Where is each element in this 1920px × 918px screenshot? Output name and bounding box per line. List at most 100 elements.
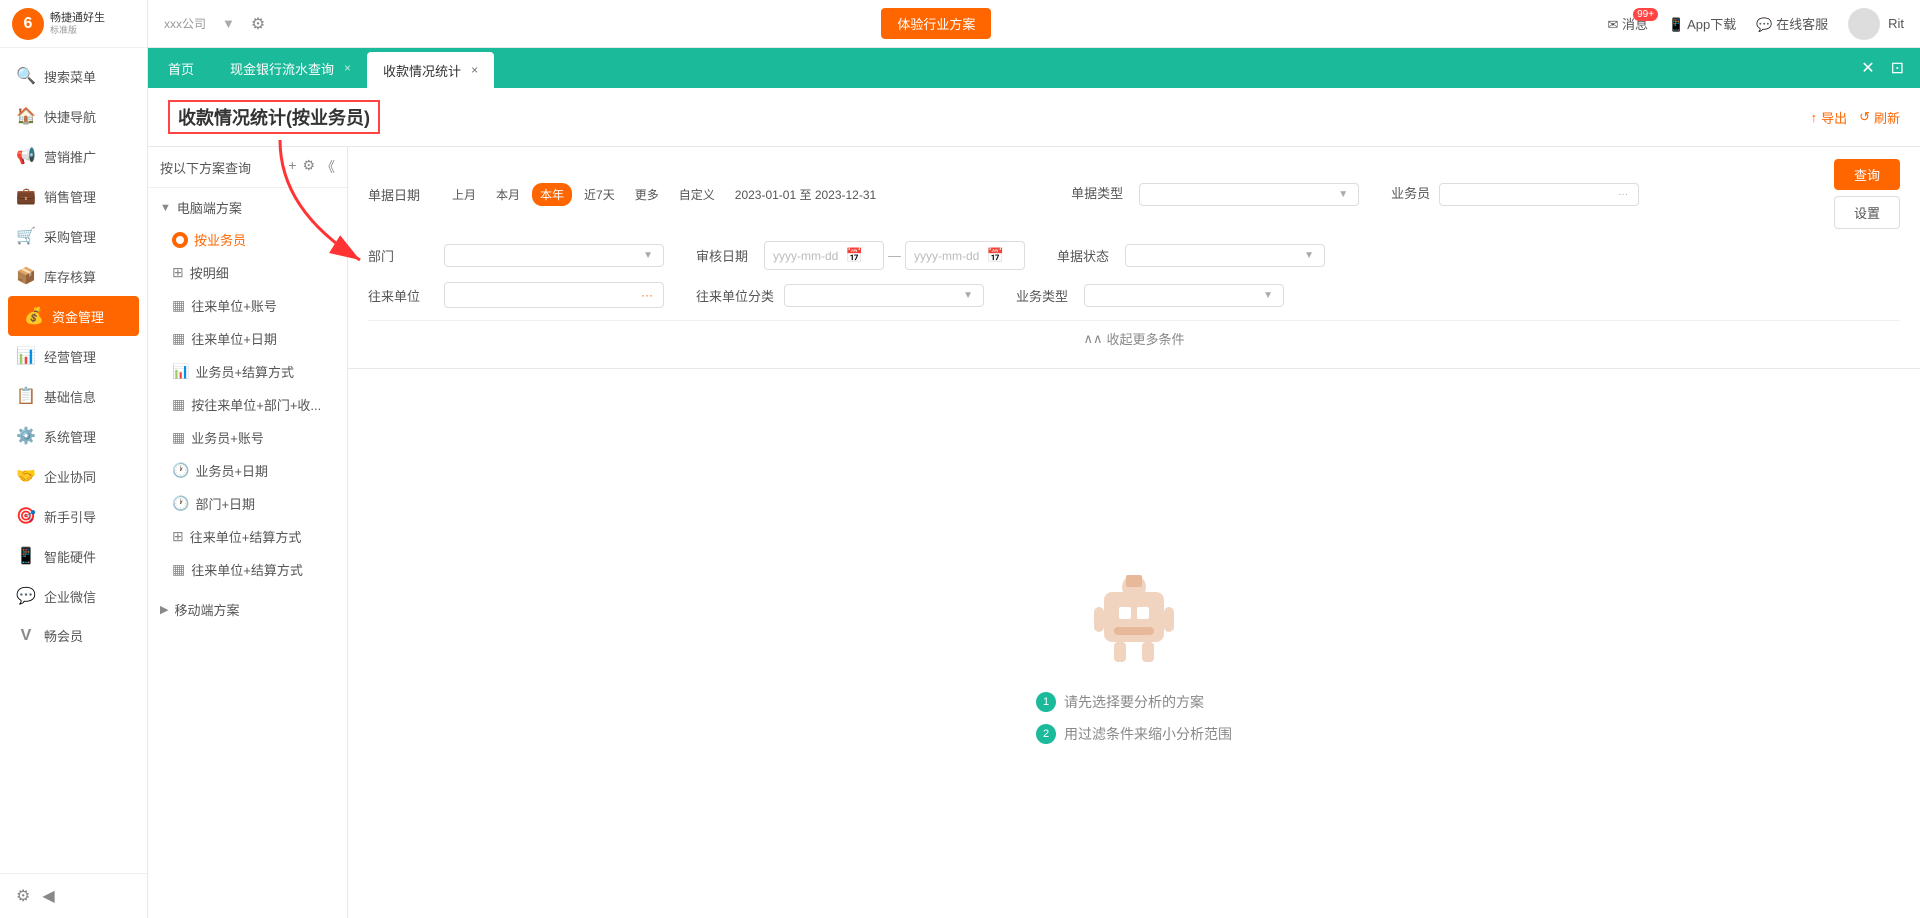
logo-text: 畅捷通好生 标准版 — [50, 11, 105, 37]
date-tab-7days[interactable]: 近7天 — [576, 183, 623, 206]
scheme-item-unit-account[interactable]: ▦ 往来单位+账号 — [148, 289, 347, 322]
filter-area: 单据日期 上月 本月 本年 近7天 更多 自定义 2023-01-01 至 20… — [348, 147, 1920, 369]
marketing-icon: 📢 — [16, 146, 36, 166]
date-tab-more[interactable]: 更多 — [627, 183, 667, 206]
purchase-icon: 🛒 — [16, 226, 36, 246]
header-dropdown-icon[interactable]: ▼ — [222, 16, 235, 31]
query-button[interactable]: 查询 — [1834, 159, 1900, 190]
online-service[interactable]: 💬 在线客服 — [1756, 14, 1828, 33]
sidebar-item-hardware[interactable]: 📱 智能硬件 — [0, 536, 147, 576]
settings-button[interactable]: 设置 — [1834, 196, 1900, 229]
scheme-item-unit-date[interactable]: ▦ 往来单位+日期 — [148, 322, 347, 355]
dept-select[interactable]: ▼ — [444, 244, 664, 267]
empty-state: 1 请先选择要分析的方案 2 用过滤条件来缩小分析范围 — [348, 369, 1920, 918]
message-badge: 99+ — [1633, 8, 1658, 21]
message-area[interactable]: ✉ 消息 99+ — [1608, 14, 1649, 33]
sidebar-settings-icon[interactable]: ⚙ — [16, 886, 30, 906]
window-maximize-icon[interactable]: ⊡ — [1887, 54, 1908, 82]
tab-collection[interactable]: 收款情况统计 × — [367, 52, 494, 88]
message-icon: ✉ — [1608, 17, 1619, 32]
cooperation-icon: 🤝 — [16, 466, 36, 486]
tab-bank-close[interactable]: × — [344, 61, 351, 75]
refresh-button[interactable]: ↺ 刷新 — [1859, 108, 1900, 127]
wechat-icon: 💬 — [16, 586, 36, 606]
scheme-add-icon[interactable]: + — [288, 157, 296, 177]
doc-type-select[interactable]: ▼ — [1139, 183, 1359, 206]
sidebar-collapse-icon[interactable]: ◀ — [42, 886, 54, 906]
scheme-item-salesperson-account[interactable]: ▦ 业务员+账号 — [148, 421, 347, 454]
scheme-item-dept-date[interactable]: 🕐 部门+日期 — [148, 487, 347, 520]
sidebar-item-base[interactable]: 📋 基础信息 — [0, 376, 147, 416]
scheme-item-detail[interactable]: ⊞ 按明细 — [148, 256, 347, 289]
header-settings-icon[interactable]: ⚙ — [251, 14, 265, 34]
scheme-item-unit-settlement2[interactable]: ▦ 往来单位+结算方式 — [148, 553, 347, 586]
counterpart-cat-select[interactable]: ▼ — [784, 284, 984, 307]
scheme-item-salesperson-date[interactable]: 🕐 业务员+日期 — [148, 454, 347, 487]
counterpart-more-icon[interactable]: ··· — [641, 288, 653, 302]
collapse-up-icon: ∧∧ — [1083, 331, 1102, 347]
export-button[interactable]: ↑ 导出 — [1811, 108, 1848, 127]
calendar-end-icon[interactable]: 📅 — [987, 247, 1004, 263]
review-date-end[interactable]: yyyy-mm-dd 📅 — [905, 241, 1025, 270]
app-download[interactable]: 📱 App下载 — [1668, 14, 1736, 33]
calendar-start-icon[interactable]: 📅 — [846, 247, 863, 263]
page-content: 收款情况统计(按业务员) ↑ 导出 ↺ 刷新 按以下方 — [148, 88, 1920, 918]
service-icon: 💬 — [1756, 17, 1772, 32]
scheme-item-salesperson-settlement[interactable]: 📊 业务员+结算方式 — [148, 355, 347, 388]
scheme-group-desktop-header[interactable]: ▼ 电脑端方案 — [148, 192, 347, 223]
scheme-group-mobile-header[interactable]: ▶ 移动端方案 — [148, 594, 347, 625]
tab-collection-close[interactable]: × — [471, 63, 478, 77]
sidebar-item-sales[interactable]: 💼 销售管理 — [0, 176, 147, 216]
sidebar-item-system[interactable]: ⚙️ 系统管理 — [0, 416, 147, 456]
search-icon: 🔍 — [16, 66, 36, 86]
user-avatar[interactable] — [1848, 8, 1880, 40]
page-header: 收款情况统计(按业务员) ↑ 导出 ↺ 刷新 — [148, 88, 1920, 147]
doc-type-label: 单据类型 — [1071, 183, 1131, 206]
header-left: xxx公司 ▼ ⚙ — [164, 14, 265, 34]
scheme-header: 按以下方案查询 + ⚙ 《 — [148, 147, 347, 188]
doc-type-dropdown-icon: ▼ — [1338, 189, 1348, 200]
sidebar-item-guide[interactable]: 🎯 新手引导 — [0, 496, 147, 536]
window-close-icon[interactable]: ✕ — [1857, 54, 1878, 82]
header-right: ✉ 消息 99+ 📱 App下载 💬 在线客服 Rit — [1608, 8, 1905, 40]
filter-row-2: 部门 ▼ 审核日期 yyyy-mm-dd 📅 — [368, 241, 1900, 270]
review-date-start[interactable]: yyyy-mm-dd 📅 — [764, 241, 884, 270]
tab-home[interactable]: 首页 — [148, 48, 214, 88]
sidebar-item-operation[interactable]: 📊 经营管理 — [0, 336, 147, 376]
counterpart-select[interactable]: ··· — [444, 282, 664, 308]
chart-icon: 📊 — [172, 363, 189, 380]
sidebar-item-wechat[interactable]: 💬 企业微信 — [0, 576, 147, 616]
scheme-item-unit-dept[interactable]: ▦ 按往来单位+部门+收... — [148, 388, 347, 421]
biz-type-dropdown-icon: ▼ — [1263, 290, 1273, 301]
sidebar-item-search[interactable]: 🔍 搜索菜单 — [0, 56, 147, 96]
doc-status-select[interactable]: ▼ — [1125, 244, 1325, 267]
date-tab-custom[interactable]: 自定义 — [671, 183, 723, 206]
collapse-filter-button[interactable]: ∧∧ 收起更多条件 — [368, 320, 1900, 356]
scheme-collapse-icon[interactable]: 《 — [321, 157, 335, 177]
sidebar-item-purchase[interactable]: 🛒 采购管理 — [0, 216, 147, 256]
date-tab-lastmonth[interactable]: 上月 — [444, 183, 484, 206]
page-title: 收款情况统计(按业务员) — [168, 100, 380, 134]
sidebar-item-marketing[interactable]: 📢 营销推广 — [0, 136, 147, 176]
sidebar-item-cooperation[interactable]: 🤝 企业协同 — [0, 456, 147, 496]
scheme-item-salesperson[interactable]: 按业务员 — [148, 223, 347, 256]
dept-dropdown-icon: ▼ — [643, 250, 653, 261]
scheme-settings-icon[interactable]: ⚙ — [302, 157, 315, 177]
hardware-icon: 📱 — [16, 546, 36, 566]
date-tab-thisyear[interactable]: 本年 — [532, 183, 572, 206]
sidebar-item-member[interactable]: V 畅会员 — [0, 616, 147, 655]
biz-type-select[interactable]: ▼ — [1084, 284, 1284, 307]
salesperson-select[interactable]: ··· — [1439, 183, 1639, 206]
table2-icon: ▦ — [172, 330, 185, 347]
clock-icon: 🕐 — [172, 462, 189, 479]
sidebar-item-finance[interactable]: 💰 资金管理 — [8, 296, 139, 336]
trial-button[interactable]: 体验行业方案 — [881, 8, 991, 39]
sidebar-item-inventory[interactable]: 📦 库存核算 — [0, 256, 147, 296]
date-tab-thismonth[interactable]: 本月 — [488, 183, 528, 206]
scheme-item-unit-settlement1[interactable]: ⊞ 往来单位+结算方式 — [148, 520, 347, 553]
tab-bank[interactable]: 现金银行流水查询 × — [214, 48, 367, 88]
scheme-group-desktop: ▼ 电脑端方案 按业务员 ⊞ 按明细 — [148, 188, 347, 590]
empty-steps: 1 请先选择要分析的方案 2 用过滤条件来缩小分析范围 — [1036, 692, 1232, 744]
sidebar-item-quicknav[interactable]: 🏠 快捷导航 — [0, 96, 147, 136]
export-icon: ↑ — [1811, 110, 1818, 125]
